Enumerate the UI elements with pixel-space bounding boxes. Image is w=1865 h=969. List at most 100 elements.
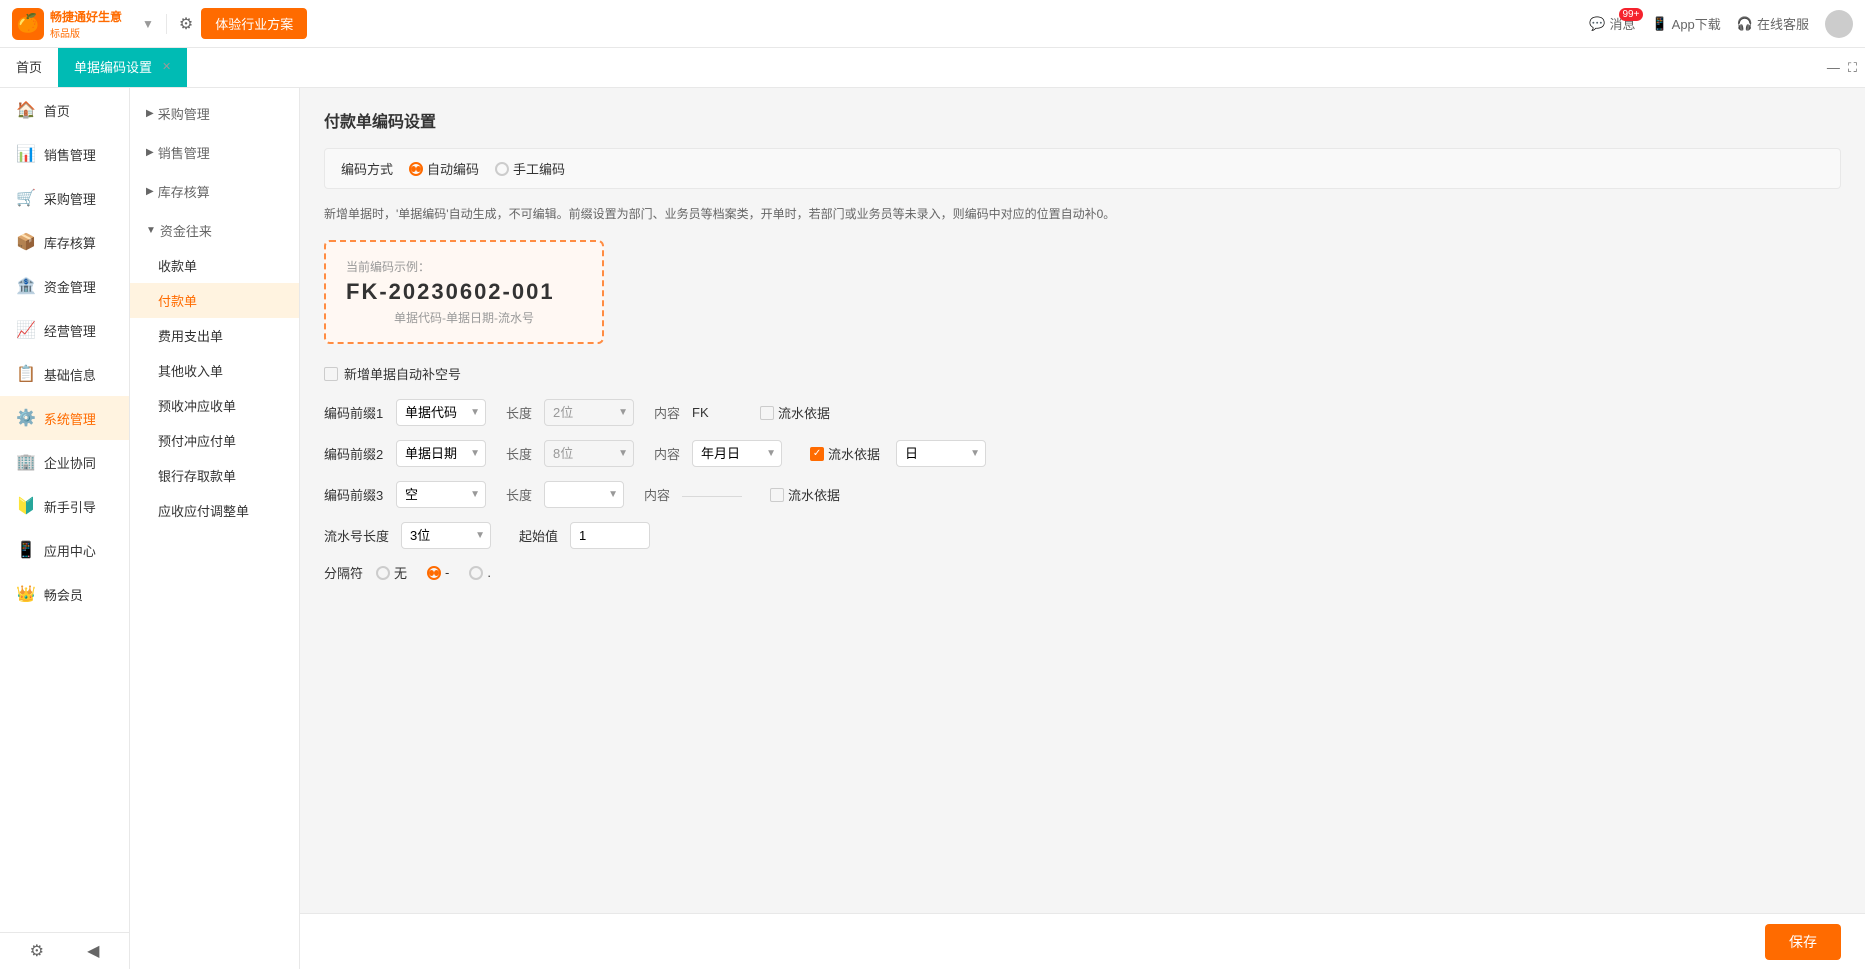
sub-menu-payment[interactable]: 付款单 bbox=[130, 283, 299, 318]
prefix2-content-select[interactable]: 年月日 bbox=[692, 440, 782, 467]
tab-encode-settings[interactable]: 单据编码设置 ✕ bbox=[58, 48, 187, 87]
sub-menu-bank[interactable]: 银行存取款单 bbox=[130, 458, 299, 493]
prefix2-length-label: 长度 bbox=[506, 444, 532, 463]
sep-none-label: 无 bbox=[394, 563, 407, 582]
prefix2-length-wrapper: 8位 ▼ bbox=[544, 440, 634, 467]
prefix3-length-label: 长度 bbox=[506, 485, 532, 504]
sub-menu-advance-receive[interactable]: 预收冲应收单 bbox=[130, 388, 299, 423]
serial-length-row: 流水号长度 3位 4位 5位 ▼ 起始值 bbox=[324, 522, 1841, 549]
radio-auto[interactable]: 自动编码 bbox=[409, 159, 479, 178]
user-avatar[interactable] bbox=[1825, 10, 1853, 38]
sidebar: 🏠 首页 📊 销售管理 🛒 采购管理 📦 库存核算 🏦 资金管理 📈 经营管理 … bbox=[0, 88, 130, 969]
auto-fill-row: 新增单据自动补空号 bbox=[324, 364, 1841, 383]
prefix2-day-select[interactable]: 日 月 年 bbox=[896, 440, 986, 467]
sub-menu-inventory[interactable]: ▶ 库存核算 bbox=[130, 174, 299, 209]
sidebar-collapse-icon[interactable]: ◀ bbox=[87, 941, 99, 961]
online-service-label: 在线客服 bbox=[1757, 14, 1809, 33]
sep-none-radio[interactable]: 无 bbox=[376, 563, 407, 582]
sep-dot-circle bbox=[469, 566, 483, 580]
serial-length-select[interactable]: 3位 4位 5位 bbox=[401, 522, 491, 549]
prefix3-content-label: 内容 bbox=[644, 485, 670, 504]
auto-fill-checkbox[interactable] bbox=[324, 367, 338, 381]
arrow-finance: ▼ bbox=[146, 225, 156, 236]
prefix3-length-wrapper: ▼ bbox=[544, 481, 624, 508]
prefix2-select-wrapper: 单据日期 ▼ bbox=[396, 440, 486, 467]
sub-menu-purchase[interactable]: ▶ 采购管理 bbox=[130, 96, 299, 131]
sub-group-inventory: ▶ 库存核算 bbox=[130, 174, 299, 209]
sub-menu-sales[interactable]: ▶ 销售管理 bbox=[130, 135, 299, 170]
sidebar-item-inventory[interactable]: 📦 库存核算 bbox=[0, 220, 129, 264]
settings-icon[interactable]: ⚙ bbox=[179, 14, 193, 34]
sidebar-bottom: ⚙ ◀ bbox=[0, 932, 129, 969]
message-item[interactable]: 💬 消息 99+ bbox=[1589, 14, 1635, 33]
sub-group-purchase: ▶ 采购管理 bbox=[130, 96, 299, 131]
system-icon: ⚙️ bbox=[16, 408, 36, 428]
finance-icon: 🏦 bbox=[16, 276, 36, 296]
sub-menu-receipt[interactable]: 收款单 bbox=[130, 248, 299, 283]
tab-close-icon[interactable]: ✕ bbox=[162, 60, 171, 73]
sidebar-item-sales[interactable]: 📊 销售管理 bbox=[0, 132, 129, 176]
sidebar-item-finance[interactable]: 🏦 资金管理 bbox=[0, 264, 129, 308]
prefix1-serial-checkbox[interactable] bbox=[760, 406, 774, 420]
prefix3-serial-checkbox[interactable] bbox=[770, 488, 784, 502]
online-service-item[interactable]: 🎧 在线客服 bbox=[1737, 14, 1809, 33]
sub-menu-advance-pay[interactable]: 预付冲应付单 bbox=[130, 423, 299, 458]
prefix3-length-select[interactable] bbox=[544, 481, 624, 508]
prefix1-select[interactable]: 单据代码 bbox=[396, 399, 486, 426]
sidebar-settings-icon[interactable]: ⚙ bbox=[30, 941, 44, 961]
prefix3-select-wrapper: 空 ▼ bbox=[396, 481, 486, 508]
top-nav-left: 🍊 畅捷通好生意 标品版 ▼ ⚙ 体验行业方案 bbox=[12, 8, 307, 40]
sidebar-member-label: 畅会员 bbox=[44, 585, 83, 604]
main-panel: 付款单编码设置 编码方式 自动编码 手工编码 bbox=[300, 88, 1865, 913]
basic-icon: 📋 bbox=[16, 364, 36, 384]
prefix3-row: 编码前缀3 空 ▼ 长度 ▼ bbox=[324, 481, 1841, 508]
radio-manual[interactable]: 手工编码 bbox=[495, 159, 565, 178]
app-download-item[interactable]: 📱 App下载 bbox=[1651, 14, 1720, 33]
sep-hyphen-circle bbox=[427, 566, 441, 580]
prefix1-serial-label: 流水依据 bbox=[778, 403, 830, 422]
prefix3-serial-label: 流水依据 bbox=[788, 485, 840, 504]
prefix3-select[interactable]: 空 bbox=[396, 481, 486, 508]
sidebar-item-home[interactable]: 🏠 首页 bbox=[0, 88, 129, 132]
sub-menu-adjustment[interactable]: 应收应付调整单 bbox=[130, 493, 299, 528]
sidebar-item-apps[interactable]: 📱 应用中心 bbox=[0, 528, 129, 572]
sidebar-item-enterprise[interactable]: 🏢 企业协同 bbox=[0, 440, 129, 484]
start-value-input[interactable] bbox=[570, 522, 650, 549]
prefix2-select[interactable]: 单据日期 bbox=[396, 440, 486, 467]
brand-text: 畅捷通好生意 标品版 bbox=[50, 8, 122, 40]
prefix2-length-select[interactable]: 8位 bbox=[544, 440, 634, 467]
brand: 🍊 畅捷通好生意 标品版 bbox=[12, 8, 122, 40]
sidebar-item-member[interactable]: 👑 畅会员 bbox=[0, 572, 129, 616]
sep-dot-label: . bbox=[487, 565, 491, 580]
tab-home[interactable]: 首页 bbox=[0, 48, 58, 87]
tab-expand-icon[interactable]: ⛶ bbox=[1848, 60, 1857, 76]
purchase-icon: 🛒 bbox=[16, 188, 36, 208]
service-icon: 🎧 bbox=[1737, 16, 1753, 32]
guide-icon: 🔰 bbox=[16, 496, 36, 516]
nav-dropdown[interactable]: ▼ bbox=[142, 17, 154, 31]
prefix1-content-label: 内容 bbox=[654, 403, 680, 422]
prefix2-day-wrapper: 日 月 年 ▼ bbox=[896, 440, 986, 467]
save-button[interactable]: 保存 bbox=[1765, 924, 1841, 960]
tab-minimize-icon[interactable]: — bbox=[1827, 60, 1840, 75]
sep-dot-radio[interactable]: . bbox=[469, 565, 491, 580]
sub-menu-other-income[interactable]: 其他收入单 bbox=[130, 353, 299, 388]
prefix2-content-label: 内容 bbox=[654, 444, 680, 463]
inventory-group-label: 库存核算 bbox=[158, 182, 210, 201]
sub-menu-finance[interactable]: ▼ 资金往来 bbox=[130, 213, 299, 248]
sidebar-item-system[interactable]: ⚙️ 系统管理 bbox=[0, 396, 129, 440]
prefix2-serial-label: 流水依据 bbox=[828, 444, 880, 463]
sub-menu-expense[interactable]: 费用支出单 bbox=[130, 318, 299, 353]
prefix2-serial-checkbox[interactable]: ✓ bbox=[810, 447, 824, 461]
prefix2-serial-group: ✓ 流水依据 bbox=[810, 444, 880, 463]
sidebar-item-basic[interactable]: 📋 基础信息 bbox=[0, 352, 129, 396]
top-nav-right: 💬 消息 99+ 📱 App下载 🎧 在线客服 bbox=[1589, 10, 1853, 38]
trial-button[interactable]: 体验行业方案 bbox=[201, 8, 307, 39]
sub-menu: ▶ 采购管理 ▶ 销售管理 ▶ 库存核算 bbox=[130, 88, 300, 969]
sidebar-item-operations[interactable]: 📈 经营管理 bbox=[0, 308, 129, 352]
sidebar-item-guide[interactable]: 🔰 新手引导 bbox=[0, 484, 129, 528]
prefix1-content-value: FK bbox=[692, 405, 732, 420]
sidebar-item-purchase[interactable]: 🛒 采购管理 bbox=[0, 176, 129, 220]
sep-hyphen-radio[interactable]: - bbox=[427, 565, 449, 580]
prefix1-length-select[interactable]: 2位 bbox=[544, 399, 634, 426]
